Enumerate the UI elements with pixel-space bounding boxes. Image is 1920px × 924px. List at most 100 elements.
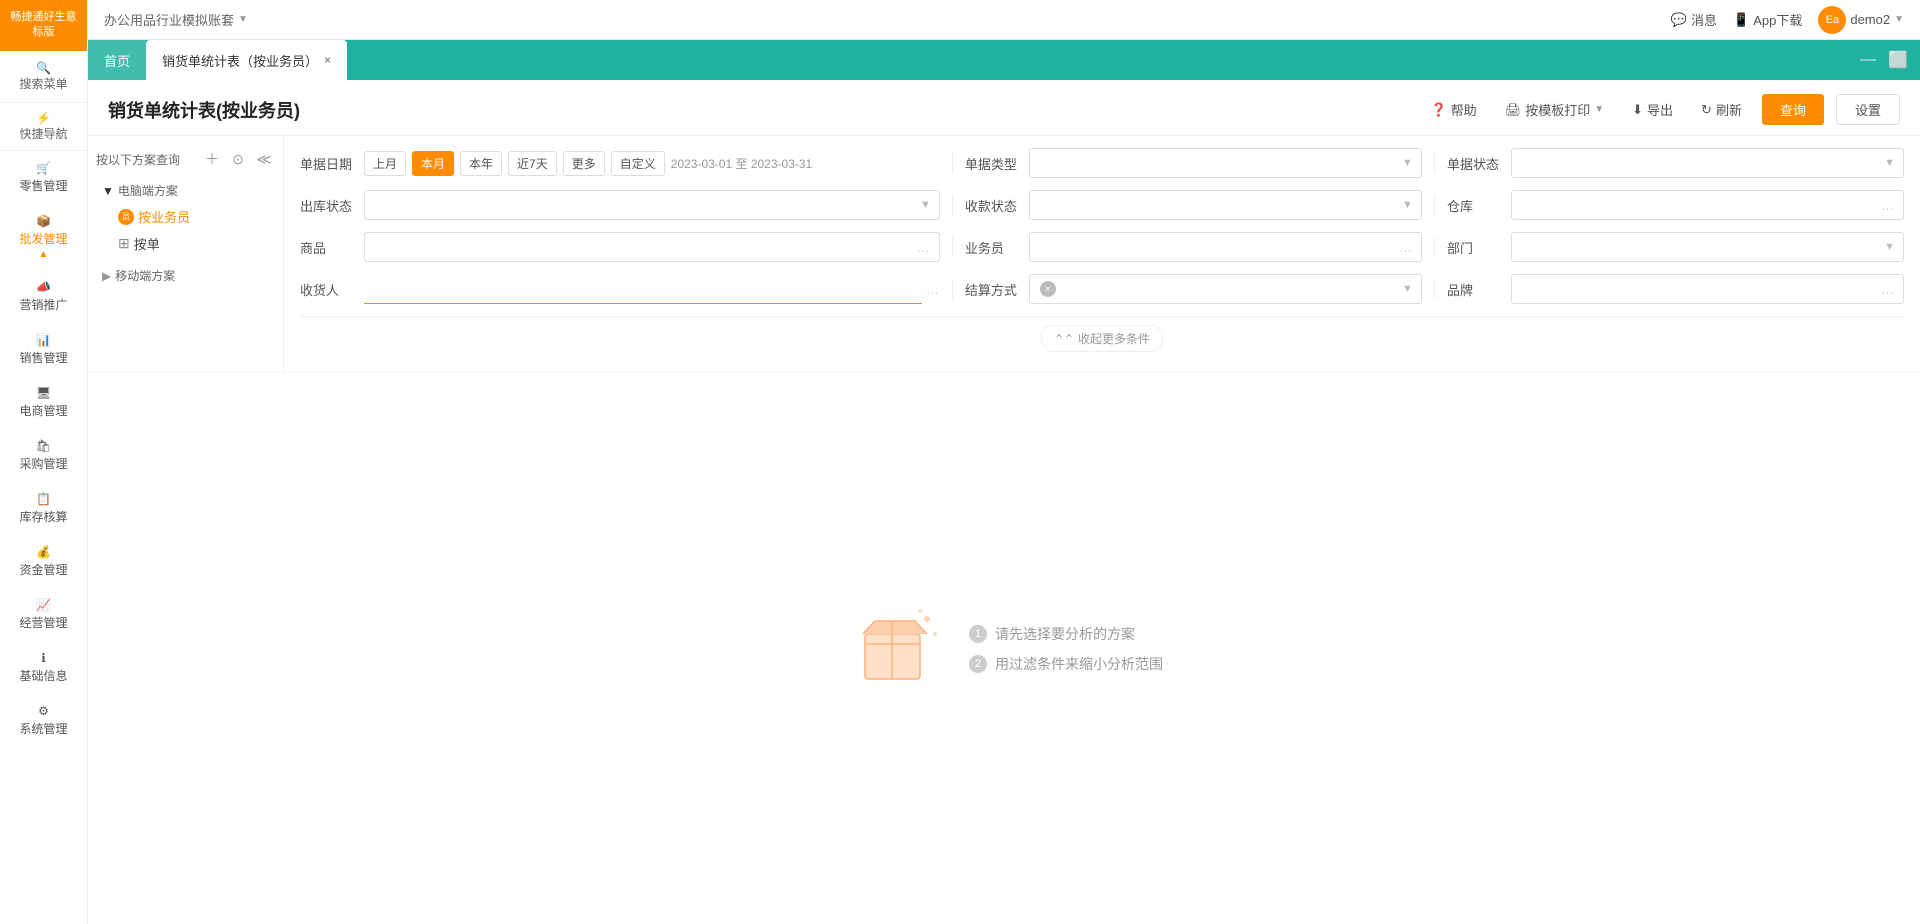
settlement-label: 结算方式	[965, 280, 1021, 299]
date-btn-7days[interactable]: 近7天	[508, 151, 557, 176]
message-btn[interactable]: 💬 消息	[1671, 10, 1717, 29]
settlement-clear-btn[interactable]: ×	[1040, 281, 1056, 297]
date-range-text: 2023-03-01 至 2023-03-31	[671, 155, 812, 172]
wholesale-icon: 📦	[36, 214, 51, 228]
doc-status-label: 单据状态	[1447, 154, 1503, 173]
date-btn-this-month[interactable]: 本月	[412, 151, 454, 176]
sidebar-label-retail: 零售管理	[19, 177, 67, 194]
tree-section-arrow: ▼	[102, 184, 114, 198]
sidebar-item-inventory[interactable]: 📋 库存核算	[0, 482, 87, 535]
user-menu[interactable]: Ea demo2 ▼	[1818, 6, 1904, 34]
goods-select[interactable]: …	[364, 232, 940, 262]
settlement-select[interactable]: × ▼	[1029, 274, 1422, 304]
salesperson-select[interactable]: …	[1029, 232, 1422, 262]
mobile-section-label: 移动端方案	[115, 267, 175, 284]
doc-status-select[interactable]: ▼	[1511, 148, 1904, 178]
hint-num-2: 2	[969, 655, 987, 673]
sidebar-item-quicknav[interactable]: ⚡ 快捷导航	[0, 103, 87, 151]
sidebar: 畅捷通好生意 标版 🔍 搜索菜单 ⚡ 快捷导航 🛒 零售管理 📦 批发管理 ▲ …	[0, 0, 88, 924]
brand-dots: …	[1881, 282, 1895, 297]
doc-type-select[interactable]: ▼	[1029, 148, 1422, 178]
management-icon: 📈	[36, 598, 51, 612]
hint-num-1: 1	[969, 625, 987, 643]
tab-maximize-btn[interactable]: ⬜	[1884, 46, 1912, 74]
date-btn-custom[interactable]: 自定义	[611, 151, 665, 176]
sidebar-item-basic[interactable]: ℹ 基础信息	[0, 641, 87, 694]
page-header: 销货单统计表(按业务员) ❓ 帮助 🖨 按模板打印 ▼ ⬇ 导出 ↻ 刷新	[88, 80, 1920, 136]
system-icon: ⚙	[38, 704, 49, 718]
user-name: demo2	[1850, 12, 1890, 27]
tree-item-salesperson[interactable]: 员 按业务员	[112, 203, 275, 230]
tree-desktop-section: ▼ 电脑端方案	[96, 178, 275, 203]
collapse-btn[interactable]: ⌃⌃ 收起更多条件	[1041, 325, 1163, 352]
sidebar-item-ecommerce[interactable]: 🖥 电商管理	[0, 376, 87, 429]
query-btn[interactable]: 查询	[1762, 94, 1824, 125]
tree-item-by-order[interactable]: ⊞ 按单	[112, 230, 275, 257]
empty-state: 1 请先选择要分析的方案 2 用过滤条件来缩小分析范围	[88, 373, 1920, 924]
retail-icon: 🛒	[36, 161, 51, 175]
app-download-btn[interactable]: 📱 App下载	[1733, 10, 1802, 29]
refresh-icon: ↻	[1701, 102, 1712, 118]
tree-mobile-section[interactable]: ▶ 移动端方案	[96, 263, 275, 288]
print-btn[interactable]: 🖨 按模板打印 ▼	[1497, 96, 1612, 123]
department-label: 部门	[1447, 238, 1503, 257]
sidebar-item-search[interactable]: 🔍 搜索菜单	[0, 51, 87, 103]
print-dropdown-icon: ▼	[1594, 104, 1604, 115]
out-status-select[interactable]: ▼	[364, 190, 940, 220]
tab-close-btn[interactable]: ×	[324, 53, 331, 67]
tabbar: 首页 销货单统计表（按业务员） × — ⬜	[88, 40, 1920, 80]
app-download-label: App下载	[1753, 10, 1802, 29]
sidebar-item-wholesale[interactable]: 📦 批发管理 ▲	[0, 204, 87, 270]
receiver-input[interactable]	[364, 274, 922, 304]
export-btn[interactable]: ⬇ 导出	[1624, 96, 1681, 123]
add-scheme-btn[interactable]: ＋	[201, 148, 223, 170]
warehouse-field: 仓库 …	[1447, 190, 1904, 220]
department-field: 部门 ▼	[1447, 232, 1904, 262]
brand-select[interactable]: …	[1511, 274, 1904, 304]
sidebar-item-system[interactable]: ⚙ 系统管理	[0, 694, 87, 747]
tab-sales-stat[interactable]: 销货单统计表（按业务员） ×	[146, 40, 347, 80]
account-selector[interactable]: 办公用品行业模拟账套 ▼	[104, 10, 248, 29]
filter-form: 单据日期 上月 本月 本年 近7天 更多 自定义 2023-03-01 至 20…	[284, 136, 1920, 372]
refresh-btn[interactable]: ↻ 刷新	[1693, 96, 1750, 123]
sidebar-label-sales: 销售管理	[19, 349, 67, 366]
empty-inner: 1 请先选择要分析的方案 2 用过滤条件来缩小分析范围	[845, 599, 1163, 699]
sidebar-item-management[interactable]: 📈 经营管理	[0, 588, 87, 641]
page-title: 销货单统计表(按业务员)	[108, 97, 300, 123]
goods-dots: …	[917, 240, 931, 255]
tab-minimize-btn[interactable]: —	[1856, 47, 1880, 73]
payment-status-select[interactable]: ▼	[1029, 190, 1422, 220]
doc-type-field: 单据类型 ▼	[965, 148, 1422, 178]
collapse-panel-btn[interactable]: ≪	[253, 148, 275, 170]
salesperson-circle: 员	[118, 209, 134, 225]
date-btn-last-month[interactable]: 上月	[364, 151, 406, 176]
salesperson-field: 业务员 …	[965, 232, 1422, 262]
receiver-dots: …	[926, 282, 940, 297]
sidebar-item-marketing[interactable]: 📣 营销推广	[0, 270, 87, 323]
sidebar-logo[interactable]: 畅捷通好生意 标版	[0, 0, 87, 51]
left-panel-actions: ＋ ⊙ ≪	[201, 148, 275, 170]
date-btn-more[interactable]: 更多	[563, 151, 605, 176]
sidebar-label-finance: 资金管理	[19, 561, 67, 578]
finance-icon: 💰	[36, 545, 51, 559]
account-name: 办公用品行业模拟账套	[104, 10, 234, 29]
sidebar-item-retail[interactable]: 🛒 零售管理	[0, 151, 87, 204]
settings-btn[interactable]: 设置	[1836, 94, 1900, 125]
department-select[interactable]: ▼	[1511, 232, 1904, 262]
warehouse-select[interactable]: …	[1511, 190, 1904, 220]
sidebar-item-purchase[interactable]: 🛍 采购管理	[0, 429, 87, 482]
tab-home[interactable]: 首页	[88, 40, 146, 80]
payment-status-chevron: ▼	[1402, 199, 1413, 211]
left-panel-title: 按以下方案查询	[96, 151, 180, 168]
edit-scheme-btn[interactable]: ⊙	[227, 148, 249, 170]
divider6	[1434, 237, 1435, 257]
sidebar-item-finance[interactable]: 💰 资金管理	[0, 535, 87, 588]
inventory-icon: 📋	[36, 492, 51, 506]
date-btn-this-year[interactable]: 本年	[460, 151, 502, 176]
help-btn[interactable]: ❓ 帮助	[1422, 96, 1484, 123]
sidebar-item-sales[interactable]: 📊 销售管理	[0, 323, 87, 376]
search-icon: 🔍	[0, 61, 87, 75]
topbar-right: 💬 消息 📱 App下载 Ea demo2 ▼	[1671, 6, 1904, 34]
sidebar-label-search: 搜索菜单	[0, 75, 87, 92]
warehouse-dots: …	[1881, 198, 1895, 213]
